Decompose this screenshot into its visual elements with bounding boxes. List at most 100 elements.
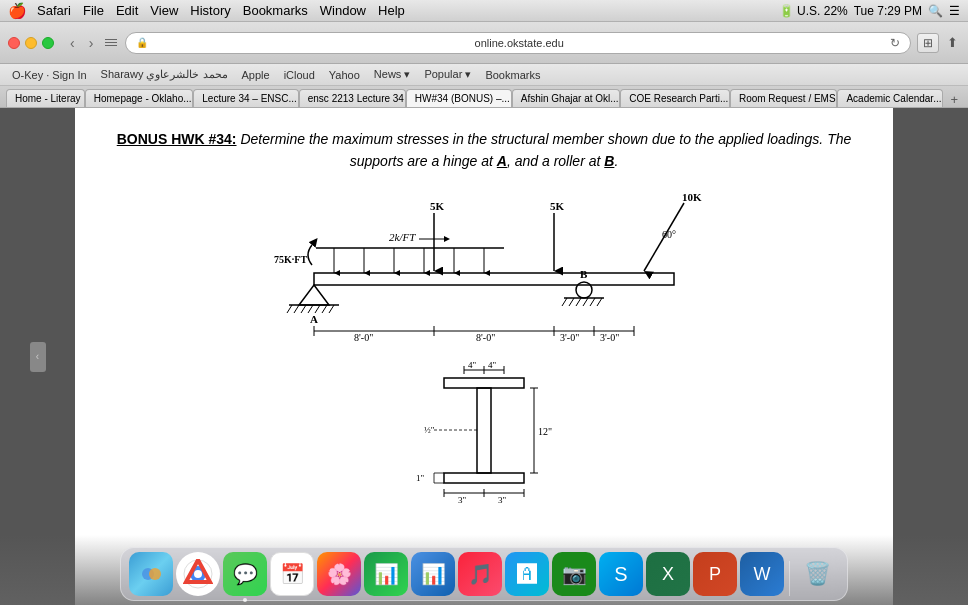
traffic-lights xyxy=(8,37,54,49)
problem-bold-title: BONUS HWK #34: xyxy=(117,131,237,147)
menubar: 🍎 Safari File Edit View History Bookmark… xyxy=(0,0,968,22)
svg-text:B: B xyxy=(580,268,588,280)
diagram-container: 2k/FT 5K 5K 10K 60° 75K·FT xyxy=(105,183,863,513)
bookmark-apple[interactable]: Apple xyxy=(236,68,276,82)
svg-text:1": 1" xyxy=(416,473,425,483)
pdf-content: BONUS HWK #34: Determine the maximum str… xyxy=(75,108,893,605)
sidebar-right xyxy=(893,108,968,605)
svg-line-20 xyxy=(287,305,292,313)
svg-line-31 xyxy=(569,298,574,306)
svg-text:5K: 5K xyxy=(550,200,565,212)
menubar-help[interactable]: Help xyxy=(378,3,405,18)
dock-calendar[interactable]: 📅 xyxy=(270,552,314,596)
dock-chrome[interactable] xyxy=(176,552,220,596)
svg-line-32 xyxy=(576,298,581,306)
svg-text:5K: 5K xyxy=(430,200,445,212)
menu-icon[interactable]: ☰ xyxy=(949,4,960,18)
sidebar-left-arrow[interactable]: ‹ xyxy=(30,342,46,372)
problem-description: Determine the maximum stresses in the st… xyxy=(240,131,851,169)
tab-lecture34[interactable]: Lecture 34 – ENSC... xyxy=(193,89,298,107)
reload-button[interactable]: ↻ xyxy=(890,36,900,50)
bookmark-okey[interactable]: O-Key · Sign In xyxy=(6,68,93,82)
svg-point-79 xyxy=(149,568,161,580)
bookmark-popular[interactable]: Popular ▾ xyxy=(418,67,477,82)
tab-coe[interactable]: COE Research Parti... xyxy=(620,89,730,107)
svg-text:75K·FT: 75K·FT xyxy=(274,254,307,265)
bookmark-yahoo[interactable]: Yahoo xyxy=(323,68,366,82)
menubar-file[interactable]: File xyxy=(83,3,104,18)
dock-itunes[interactable]: 🎵 xyxy=(458,552,502,596)
tab-ensc2213[interactable]: ensc 2213 Lecture 34 xyxy=(299,89,406,107)
battery-status: 🔋 U.S. 22% xyxy=(779,4,848,18)
svg-text:4": 4" xyxy=(468,360,477,370)
dock-finder[interactable] xyxy=(129,552,173,596)
menubar-window[interactable]: Window xyxy=(320,3,366,18)
svg-line-22 xyxy=(301,305,306,313)
tab-literay[interactable]: Home - Literay xyxy=(6,89,85,107)
svg-text:10K: 10K xyxy=(682,191,702,203)
dock-appstore[interactable]: 🅰 xyxy=(505,552,549,596)
back-button[interactable]: ‹ xyxy=(66,33,79,53)
bookmark-icloud[interactable]: iCloud xyxy=(278,68,321,82)
minimize-button[interactable] xyxy=(25,37,37,49)
dock-photos[interactable]: 🌸 xyxy=(317,552,361,596)
svg-line-34 xyxy=(590,298,595,306)
svg-text:3'-0": 3'-0" xyxy=(560,332,579,343)
dock-trash[interactable]: 🗑️ xyxy=(795,552,839,596)
svg-line-35 xyxy=(597,298,602,306)
tab-homepage[interactable]: Homepage - Oklaho... xyxy=(85,89,194,107)
svg-text:½": ½" xyxy=(424,425,435,435)
dock-excel[interactable]: X xyxy=(646,552,690,596)
svg-line-25 xyxy=(322,305,327,313)
tab-afshin[interactable]: Afshin Ghajar at Okl... xyxy=(512,89,621,107)
tab-room[interactable]: Room Request / EMS xyxy=(730,89,838,107)
menubar-status: 🔋 U.S. 22% Tue 7:29 PM 🔍 ☰ xyxy=(779,4,960,18)
forward-button[interactable]: › xyxy=(85,33,98,53)
bookmark-news[interactable]: News ▾ xyxy=(368,67,417,82)
tab-calendar[interactable]: Academic Calendar... xyxy=(837,89,943,107)
dock-word[interactable]: W xyxy=(740,552,784,596)
close-button[interactable] xyxy=(8,37,20,49)
problem-title: BONUS HWK #34: Determine the maximum str… xyxy=(105,128,863,173)
browser-toolbar: ‹ › 🔒 online.okstate.edu ↻ ⊞ ⬆ xyxy=(0,22,968,64)
svg-text:3": 3" xyxy=(458,495,467,505)
svg-line-21 xyxy=(294,305,299,313)
dock-container: 💬 📅 🌸 📊 📊 🎵 🅰 📷 S xyxy=(0,535,968,605)
tab-hw34[interactable]: HW#34 (BONUS) –... xyxy=(406,89,512,107)
new-tab-button[interactable]: + xyxy=(946,92,962,107)
tabs-bar: Home - Literay Homepage - Oklaho... Lect… xyxy=(0,86,968,108)
menubar-history[interactable]: History xyxy=(190,3,230,18)
svg-line-33 xyxy=(583,298,588,306)
bookmark-sharawy[interactable]: Sharawy محمد خالشرعاوي xyxy=(95,67,234,82)
dock-keynote[interactable]: 📊 xyxy=(411,552,455,596)
share-button[interactable]: ⬆ xyxy=(945,33,960,52)
sidebar-toggle[interactable] xyxy=(105,39,117,46)
reader-button[interactable]: ⊞ xyxy=(917,33,939,53)
menubar-safari[interactable]: Safari xyxy=(37,3,71,18)
main-content: ‹ BONUS HWK #34: Determine the maximum s… xyxy=(0,108,968,605)
lock-icon: 🔒 xyxy=(136,37,148,48)
dock-messages[interactable]: 💬 xyxy=(223,552,267,596)
svg-rect-52 xyxy=(444,473,524,483)
url-text: online.okstate.edu xyxy=(152,37,886,49)
svg-text:2k/FT: 2k/FT xyxy=(389,231,416,243)
menubar-view[interactable]: View xyxy=(150,3,178,18)
dock-powerpoint[interactable]: P xyxy=(693,552,737,596)
apple-menu[interactable]: 🍎 xyxy=(8,2,27,20)
dock-facetime[interactable]: 📷 xyxy=(552,552,596,596)
menubar-edit[interactable]: Edit xyxy=(116,3,138,18)
svg-text:3": 3" xyxy=(498,495,507,505)
dock-numbers[interactable]: 📊 xyxy=(364,552,408,596)
svg-marker-18 xyxy=(299,285,329,305)
search-icon[interactable]: 🔍 xyxy=(928,4,943,18)
dock-skype[interactable]: S xyxy=(599,552,643,596)
svg-line-26 xyxy=(329,305,334,313)
sidebar-left: ‹ xyxy=(0,108,75,605)
maximize-button[interactable] xyxy=(42,37,54,49)
svg-text:4": 4" xyxy=(488,360,497,370)
url-bar[interactable]: 🔒 online.okstate.edu ↻ xyxy=(125,32,911,54)
svg-text:A: A xyxy=(310,313,318,325)
menubar-bookmarks[interactable]: Bookmarks xyxy=(243,3,308,18)
bookmark-bookmarks[interactable]: Bookmarks xyxy=(479,68,546,82)
bookmarks-bar: O-Key · Sign In Sharawy محمد خالشرعاوي A… xyxy=(0,64,968,86)
